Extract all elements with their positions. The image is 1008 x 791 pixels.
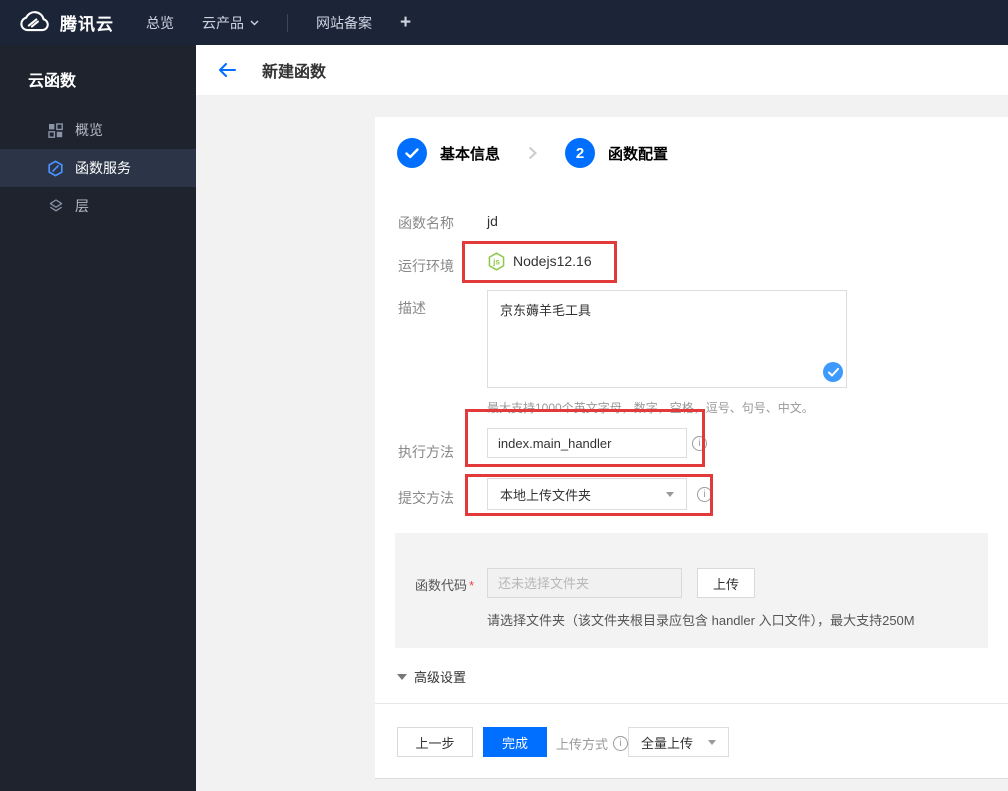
layers-icon xyxy=(47,198,64,215)
description-label: 描述 xyxy=(398,300,426,316)
check-icon xyxy=(405,147,419,158)
upload-mode-label-text: 上传方式 xyxy=(556,737,609,752)
chevron-down-icon xyxy=(250,20,259,25)
step-chevron-icon xyxy=(528,146,537,160)
advanced-settings-toggle[interactable]: 高级设置 xyxy=(397,667,466,686)
upload-mode-label: 上传方式 xyxy=(556,734,629,753)
grid-icon xyxy=(47,122,64,139)
function-code-helper: 请选择文件夹（该文件夹根目录应包含 handler 入口文件），最大支持250M xyxy=(487,613,915,628)
step1-label: 基本信息 xyxy=(440,145,501,163)
valid-check-icon xyxy=(823,362,843,382)
nodejs-icon: js xyxy=(488,251,505,271)
upload-button[interactable]: 上传 xyxy=(697,568,755,598)
caret-down-icon xyxy=(666,491,674,497)
brand-name: 腾讯云 xyxy=(60,15,114,34)
page-header: 新建函数 xyxy=(196,45,1008,95)
caret-down-icon xyxy=(708,739,716,745)
triangle-down-icon xyxy=(397,673,407,680)
sidebar-item-function-service[interactable]: 函数服务 xyxy=(0,149,196,187)
sidebar-item-label: 层 xyxy=(75,198,89,214)
sidebar-item-overview[interactable]: 概览 xyxy=(0,111,196,149)
nav-item-cloud-products-label: 云产品 xyxy=(202,14,244,31)
function-code-label: 函数代码 * xyxy=(415,575,474,594)
previous-step-button[interactable]: 上一步 xyxy=(397,727,473,757)
description-textarea[interactable]: 京东薅羊毛工具 xyxy=(487,290,847,388)
cloud-logo-icon xyxy=(20,11,49,32)
required-mark: * xyxy=(469,578,475,593)
tencent-cloud-logo[interactable]: 腾讯云 xyxy=(0,10,114,35)
nav-item-website-filing[interactable]: 网站备案 xyxy=(316,13,372,33)
arrow-left-icon xyxy=(219,63,236,77)
upload-mode-select[interactable]: 全量上传 xyxy=(628,727,729,757)
function-name-value: jd xyxy=(487,213,498,229)
nav-add-tab-button[interactable]: + xyxy=(400,12,411,34)
main-content: 新建函数 基本信息 2 函数配置 函数名称 jd 运行环境 js Nodejs1… xyxy=(196,45,1008,791)
description-helper: 最大支持1000个英文字母，数字，空格，逗号、句号、中文。 xyxy=(487,401,814,415)
function-code-section: 函数代码* 上传 请选择文件夹（该文件夹根目录应包含 handler 入口文件）… xyxy=(395,533,988,648)
nav-item-overview[interactable]: 总览 xyxy=(146,13,174,33)
runtime-text: Nodejs12.16 xyxy=(513,253,592,269)
advanced-settings-label: 高级设置 xyxy=(414,670,467,685)
function-name-label: 函数名称 xyxy=(398,215,454,231)
submit-method-value: 本地上传文件夹 xyxy=(500,487,592,503)
step-indicator: 基本信息 2 函数配置 xyxy=(397,138,668,168)
upload-mode-info-icon[interactable] xyxy=(613,736,629,751)
footer-divider xyxy=(375,703,1008,704)
sidebar-item-label: 概览 xyxy=(75,122,103,138)
handler-label: 执行方法 xyxy=(398,444,454,460)
step2-label: 函数配置 xyxy=(608,145,669,163)
app-root: 腾讯云 总览 云产品 网站备案 + 云函数 概览 函数服务 层 新建函数 基本信… xyxy=(0,0,1008,791)
nav-divider xyxy=(287,13,288,32)
finish-button[interactable]: 完成 xyxy=(483,727,547,757)
submit-method-label: 提交方法 xyxy=(398,490,454,506)
back-button[interactable] xyxy=(214,57,240,83)
top-nav-items: 总览 云产品 网站备案 + xyxy=(146,12,439,34)
runtime-value: js Nodejs12.16 xyxy=(488,248,592,274)
sidebar-item-layers[interactable]: 层 xyxy=(0,187,196,225)
upload-mode-value: 全量上传 xyxy=(641,735,694,751)
sidebar-item-label: 函数服务 xyxy=(75,160,131,176)
create-function-panel: 基本信息 2 函数配置 函数名称 jd 运行环境 js Nodejs12.16 … xyxy=(375,117,1008,779)
top-nav: 腾讯云 总览 云产品 网站备案 + xyxy=(0,0,1008,45)
step1-done-circle xyxy=(397,138,427,168)
step2-number-circle: 2 xyxy=(565,138,596,168)
sidebar-title: 云函数 xyxy=(28,73,77,90)
sidebar-items: 概览 函数服务 层 xyxy=(0,111,196,225)
svg-text:js: js xyxy=(492,257,500,266)
folder-path-input[interactable] xyxy=(487,568,682,598)
sidebar: 云函数 概览 函数服务 层 xyxy=(0,45,196,791)
page-title: 新建函数 xyxy=(262,64,327,81)
function-code-label-text: 函数代码 xyxy=(415,578,468,593)
handler-input[interactable] xyxy=(487,428,687,458)
submit-method-info-icon[interactable] xyxy=(697,487,712,502)
submit-method-select[interactable]: 本地上传文件夹 xyxy=(487,478,687,510)
handler-info-icon[interactable] xyxy=(692,436,707,451)
nav-item-cloud-products[interactable]: 云产品 xyxy=(202,13,259,33)
runtime-label: 运行环境 xyxy=(398,258,454,274)
scf-hexagon-icon xyxy=(47,159,64,177)
